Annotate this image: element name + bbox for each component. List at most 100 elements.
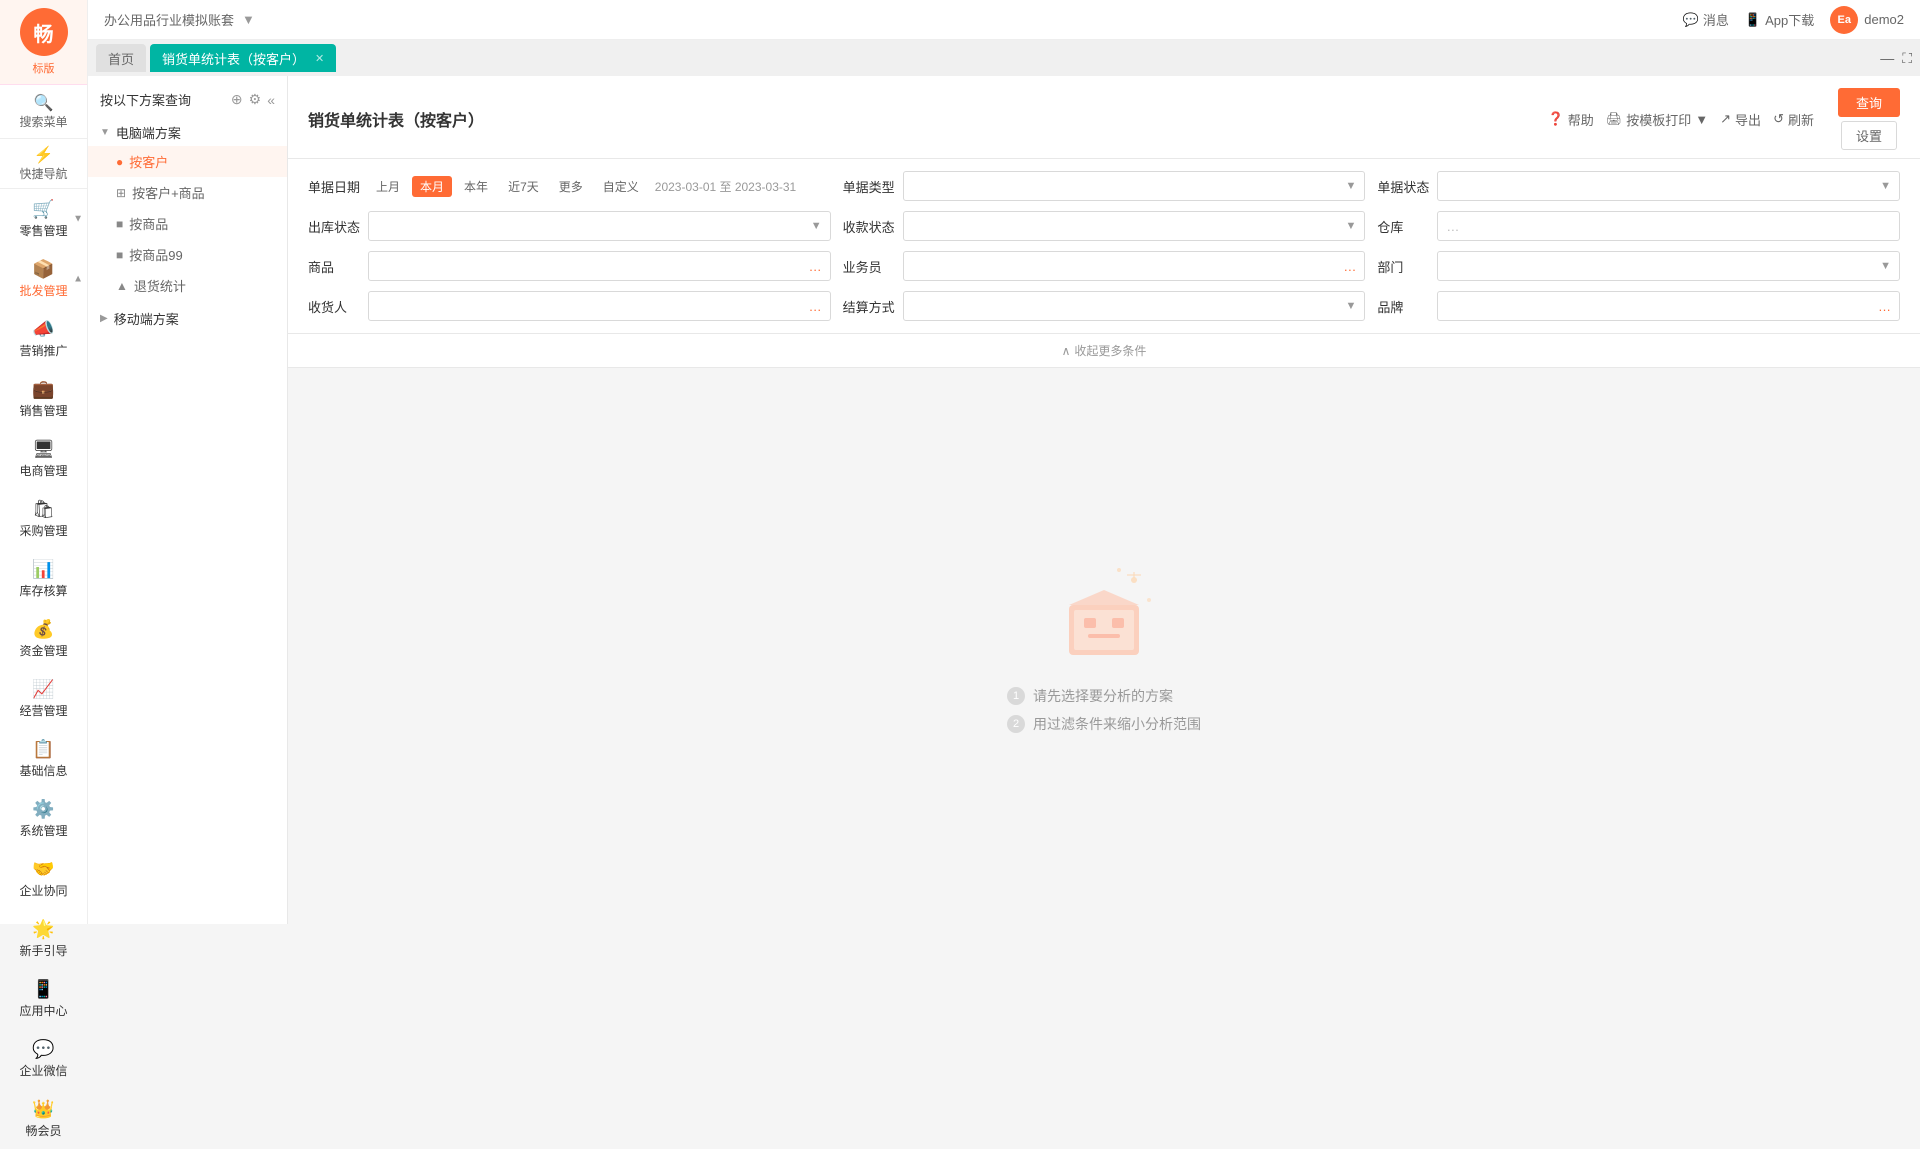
help-btn[interactable]: ❓ 帮助 [1548, 110, 1594, 129]
date-filter-group: 单据日期 上月 本月 本年 近7天 更多 自定义 2023-03-01 至 20… [308, 176, 831, 197]
sidebar-item-basic[interactable]: 📋 基础信息 [0, 729, 87, 789]
settlement-filter: 结算方式 ▼ [843, 291, 1366, 321]
payment-label: 收款状态 [843, 217, 895, 236]
desktop-scheme-group: ▼ 电脑端方案 ● 按客户 ⊞ 按客户+商品 ■ 按商品 ■ 按商品99 [88, 119, 287, 301]
sidebar-search[interactable]: 🔍 搜索菜单 [0, 85, 87, 139]
logo-icon: 畅 [20, 8, 68, 56]
tab-close-icon[interactable]: ✕ [315, 52, 324, 65]
payment-input[interactable]: ▼ [903, 211, 1366, 241]
warehouse-filter: 仓库 … [1377, 211, 1900, 241]
finance-icon: 💰 [32, 619, 54, 640]
scheme-item-by-customer[interactable]: ● 按客户 [88, 146, 287, 177]
brand-input[interactable]: … [1437, 291, 1900, 321]
template-print-btn[interactable]: 🖨 按模板打印 ▼ [1606, 110, 1708, 129]
tab-minimize-icon[interactable]: — [1880, 50, 1894, 67]
wholesale-arrow: ▲ [73, 274, 83, 285]
sidebar-item-member[interactable]: 👑 畅会员 [0, 1089, 87, 1149]
operations-icon: 📈 [32, 679, 54, 700]
dept-input[interactable]: ▼ [1437, 251, 1900, 281]
apps-icon: 📱 [32, 979, 54, 1000]
sidebar-nav[interactable]: ⚡ 快捷导航 [0, 139, 87, 189]
collapse-area: ∧ 收起更多条件 [288, 334, 1920, 368]
sidebar-item-purchase[interactable]: 🛍 采购管理 [0, 489, 87, 549]
mobile-group-label: 移动端方案 [114, 309, 179, 328]
sidebar-item-apps[interactable]: 📱 应用中心 [0, 969, 87, 1029]
date-tab-last-7[interactable]: 近7天 [500, 176, 547, 197]
sidebar-item-cooperation[interactable]: 🤝 企业协同 [0, 849, 87, 909]
sidebar-item-system[interactable]: ⚙️ 系统管理 [0, 789, 87, 849]
system-icon: ⚙️ [32, 799, 54, 820]
export-btn[interactable]: ↗ 导出 [1720, 110, 1761, 129]
receiver-filter: 收货人 … [308, 291, 831, 321]
topbar: 办公用品行业模拟账套 ▼ 💬 消息 📱 App下载 Ea demo2 [88, 0, 1920, 40]
scheme-item-return-stats[interactable]: ▲ 退货统计 [88, 270, 287, 301]
sidebar-item-newbie[interactable]: 🌟 新手引导 [0, 909, 87, 969]
scheme-panel-title: 按以下方案查询 [100, 90, 191, 109]
sidebar-item-ecommerce[interactable]: 🖥 电商管理 [0, 429, 87, 489]
tabbar-right: — ⛶ [1880, 50, 1912, 67]
topbar-right: 💬 消息 📱 App下载 Ea demo2 [1683, 6, 1904, 34]
ship-input[interactable]: ▼ [368, 211, 831, 241]
date-tab-this-year[interactable]: 本年 [456, 176, 496, 197]
tab-home[interactable]: 首页 [96, 44, 146, 72]
scheme-panel-header: 按以下方案查询 ⊕ ⚙ « [88, 84, 287, 115]
date-tab-last-month[interactable]: 上月 [368, 176, 408, 197]
doc-type-input[interactable]: ▼ [903, 171, 1366, 201]
sidebar-item-finance[interactable]: 💰 资金管理 [0, 609, 87, 669]
user-info[interactable]: Ea demo2 [1830, 6, 1904, 34]
settings-scheme-icon[interactable]: ⚙ [249, 91, 262, 108]
app-download-btn[interactable]: 📱 App下载 [1745, 10, 1814, 29]
collapse-btn[interactable]: ∧ 收起更多条件 [1050, 340, 1159, 361]
sidebar-item-retail[interactable]: 🛒 零售管理 ▼ [0, 189, 87, 249]
doc-status-input[interactable]: ▼ [1437, 171, 1900, 201]
date-tab-custom[interactable]: 自定义 [595, 176, 647, 197]
return-stats-label: 退货统计 [134, 276, 186, 295]
settings-button[interactable]: 设置 [1841, 121, 1897, 150]
sidebar-item-operations[interactable]: 📈 经营管理 [0, 669, 87, 729]
salesperson-label: 业务员 [843, 257, 895, 276]
scheme-item-customer-goods[interactable]: ⊞ 按客户+商品 [88, 177, 287, 208]
mobile-group-title[interactable]: ▶ 移动端方案 [88, 305, 287, 332]
add-scheme-icon[interactable]: ⊕ [231, 91, 243, 108]
receiver-label: 收货人 [308, 297, 360, 316]
tab-expand-icon[interactable]: ⛶ [1902, 50, 1912, 67]
user-label: demo2 [1864, 12, 1904, 27]
topbar-dropdown-icon[interactable]: ▼ [242, 12, 255, 27]
query-button[interactable]: 查询 [1838, 88, 1900, 117]
content: 按以下方案查询 ⊕ ⚙ « ▼ 电脑端方案 ● 按客户 ⊞ [88, 76, 1920, 924]
tab-sales-stats[interactable]: 销货单统计表（按客户） ✕ [150, 44, 336, 72]
date-tab-more[interactable]: 更多 [551, 176, 591, 197]
refresh-btn[interactable]: ↺ 刷新 [1773, 110, 1814, 129]
date-tab-this-month[interactable]: 本月 [412, 176, 452, 197]
warehouse-input[interactable]: … [1437, 211, 1900, 241]
goods-input[interactable]: … [368, 251, 831, 281]
by-customer-label: 按客户 [129, 152, 168, 171]
by-goods-99-label: 按商品99 [129, 245, 182, 264]
settlement-chevron: ▼ [1345, 300, 1356, 312]
message-icon: 💬 [1683, 12, 1699, 28]
brand-dots: … [1878, 299, 1891, 314]
goods-filter: 商品 … [308, 251, 831, 281]
sidebar-item-inventory[interactable]: 📊 库存核算 [0, 549, 87, 609]
sidebar-item-sales[interactable]: 💼 销售管理 [0, 369, 87, 429]
desktop-group-arrow: ▼ [100, 127, 110, 138]
date-range-display: 2023-03-01 至 2023-03-31 [655, 178, 796, 195]
desktop-group-label: 电脑端方案 [116, 123, 181, 142]
goods-dots: … [809, 259, 822, 274]
sidebar-item-wechat[interactable]: 💬 企业微信 [0, 1029, 87, 1089]
desktop-group-title[interactable]: ▼ 电脑端方案 [88, 119, 287, 146]
tab-sales-stats-label: 销货单统计表（按客户） [162, 49, 305, 68]
print-dropdown-icon: ▼ [1695, 112, 1708, 127]
salesperson-input[interactable]: … [903, 251, 1366, 281]
scheme-item-by-goods[interactable]: ■ 按商品 [88, 208, 287, 239]
receiver-input[interactable]: … [368, 291, 831, 321]
collapse-scheme-icon[interactable]: « [267, 92, 275, 108]
salesperson-filter: 业务员 … [843, 251, 1366, 281]
sidebar-item-marketing[interactable]: 📣 营销推广 [0, 309, 87, 369]
settlement-input[interactable]: ▼ [903, 291, 1366, 321]
message-btn[interactable]: 💬 消息 [1683, 10, 1729, 29]
scheme-item-by-goods-99[interactable]: ■ 按商品99 [88, 239, 287, 270]
sidebar-item-wholesale[interactable]: 📦 批发管理 ▲ [0, 249, 87, 309]
return-stats-icon: ▲ [116, 279, 128, 293]
user-avatar: Ea [1830, 6, 1858, 34]
